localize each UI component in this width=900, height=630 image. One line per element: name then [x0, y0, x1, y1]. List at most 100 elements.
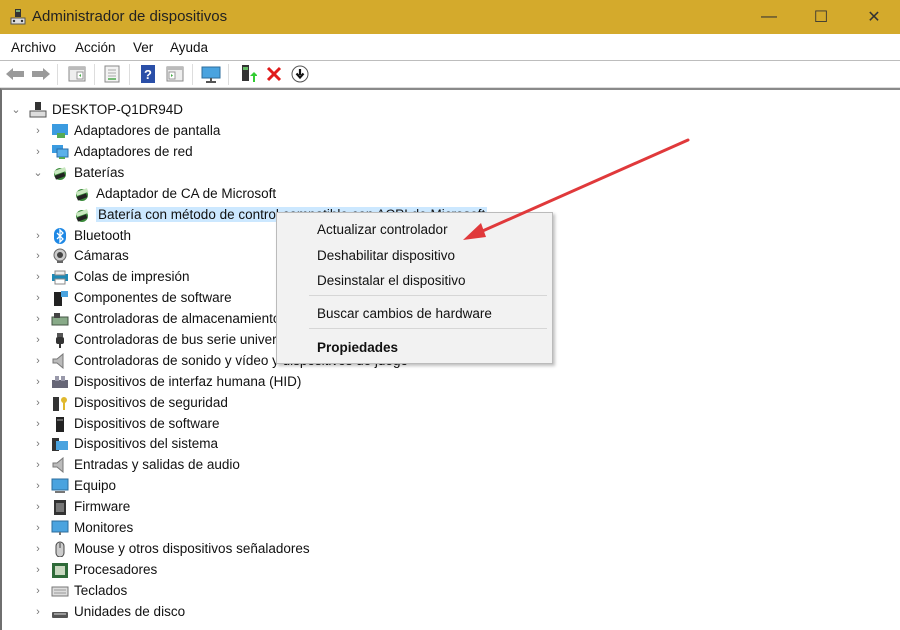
chevron-down-icon[interactable]: ⌄	[32, 166, 44, 179]
chevron-right-icon[interactable]: ›	[32, 564, 44, 576]
tree-category[interactable]: › Adaptadores de red	[32, 141, 192, 162]
tree-category-label: Firmware	[74, 499, 131, 514]
tree-category-label: Colas de impresión	[74, 269, 190, 284]
back-button[interactable]	[5, 64, 25, 84]
chevron-right-icon[interactable]: ›	[32, 250, 44, 262]
chevron-right-icon[interactable]: ›	[32, 418, 44, 430]
tree-category[interactable]: › Controladoras de almacenamiento	[32, 308, 280, 329]
tree-category[interactable]: › Entradas y salidas de audio	[32, 454, 240, 475]
processor-icon	[51, 562, 69, 578]
tree-category-label: Entradas y salidas de audio	[74, 457, 240, 472]
tree-category[interactable]: › Adaptadores de pantalla	[32, 120, 220, 141]
printer-icon	[51, 269, 69, 285]
enable-device-icon	[242, 65, 257, 82]
properties-button[interactable]	[102, 64, 122, 84]
menu-item-uninstall-device[interactable]: Desinstalar el dispositivo	[317, 273, 466, 288]
chevron-right-icon[interactable]: ›	[32, 146, 44, 158]
chevron-right-icon[interactable]: ›	[32, 585, 44, 597]
menu-item-update-driver[interactable]: Actualizar controlador	[317, 222, 448, 237]
scan-hardware-button[interactable]	[201, 64, 221, 84]
tree-category[interactable]: › Unidades de disco	[32, 601, 185, 622]
chevron-right-icon[interactable]: ›	[32, 438, 44, 450]
menu-accion[interactable]: Acción	[75, 40, 116, 55]
hid-icon	[51, 374, 69, 390]
chevron-right-icon[interactable]: ›	[32, 271, 44, 283]
speaker-icon	[51, 352, 69, 369]
tree-category[interactable]: › Componentes de software	[32, 287, 232, 308]
red-x-icon	[266, 66, 282, 82]
tree-category-label: Componentes de software	[74, 290, 232, 305]
tree-category-label: Baterías	[74, 165, 125, 180]
tree-category-label: Cámaras	[74, 248, 129, 263]
tree-category[interactable]: › Monitores	[32, 517, 133, 538]
help-icon: ?	[141, 65, 155, 83]
tree-category-label: Dispositivos de seguridad	[74, 395, 228, 410]
mouse-icon	[51, 541, 69, 557]
maximize-button[interactable]: ☐	[798, 0, 844, 34]
chevron-right-icon[interactable]: ›	[32, 125, 44, 137]
menu-separator	[309, 295, 547, 296]
tree-category[interactable]: › Dispositivos del sistema	[32, 433, 218, 454]
chevron-right-icon[interactable]: ›	[32, 501, 44, 513]
minimize-button[interactable]: —	[746, 0, 792, 34]
menu-ver[interactable]: Ver	[133, 40, 153, 55]
display-adapter-icon	[51, 123, 69, 139]
chevron-right-icon[interactable]: ›	[32, 334, 44, 346]
monitor-scan-icon	[201, 66, 221, 83]
network-adapter-icon	[51, 144, 69, 160]
show-hide-console-tree-button[interactable]	[67, 64, 87, 84]
chevron-right-icon[interactable]: ›	[32, 543, 44, 555]
chevron-right-icon[interactable]: ›	[32, 459, 44, 471]
security-key-icon	[51, 395, 69, 411]
chevron-right-icon[interactable]: ›	[32, 230, 44, 242]
tree-category[interactable]: › Dispositivos de software	[32, 413, 220, 434]
tree-category-label: Dispositivos de software	[74, 416, 220, 431]
chevron-right-icon[interactable]: ›	[32, 606, 44, 618]
keyboard-icon	[51, 583, 69, 599]
tree-category[interactable]: › Equipo	[32, 475, 116, 496]
tree-category[interactable]: › Dispositivos de seguridad	[32, 392, 228, 413]
action-pane-icon	[166, 66, 184, 82]
tree-category-label: Equipo	[74, 478, 117, 493]
tree-category[interactable]: › Firmware	[32, 496, 130, 517]
battery-icon	[51, 165, 69, 181]
enable-device-button[interactable]	[238, 64, 258, 84]
close-icon: ✕	[867, 9, 881, 26]
battery-icon	[73, 186, 91, 202]
tree-category[interactable]: › Teclados	[32, 580, 127, 601]
update-driver-button[interactable]	[290, 64, 310, 84]
menu-ayuda[interactable]: Ayuda	[170, 40, 208, 55]
tree-category[interactable]: › Dispositivos de interfaz humana (HID)	[32, 371, 301, 392]
menu-item-properties[interactable]: Propiedades	[317, 340, 398, 355]
storage-controller-icon	[51, 311, 69, 327]
menu-archivo[interactable]: Archivo	[11, 40, 56, 55]
toolbar-separator	[94, 64, 95, 85]
tree-category[interactable]: › Controladoras de bus serie universal	[32, 329, 294, 350]
tree-category[interactable]: › Cámaras	[32, 245, 129, 266]
menu-item-disable-device[interactable]: Deshabilitar dispositivo	[317, 248, 455, 263]
chevron-down-icon[interactable]: ⌄	[10, 103, 22, 116]
tree-device[interactable]: Adaptador de CA de Microsoft	[54, 183, 276, 204]
chevron-right-icon[interactable]: ›	[32, 376, 44, 388]
show-hide-action-pane-button[interactable]	[165, 64, 185, 84]
chevron-right-icon[interactable]: ›	[32, 480, 44, 492]
menu-item-scan-hardware[interactable]: Buscar cambios de hardware	[317, 306, 492, 321]
software-device-icon	[51, 416, 69, 432]
chevron-right-icon[interactable]: ›	[32, 313, 44, 325]
chevron-right-icon[interactable]: ›	[32, 355, 44, 367]
tree-root-computer[interactable]: ⌄ DESKTOP-Q1DR94D	[10, 99, 183, 120]
chevron-right-icon[interactable]: ›	[32, 522, 44, 534]
forward-button[interactable]	[31, 64, 51, 84]
close-button[interactable]: ✕	[851, 0, 897, 34]
toolbar-separator	[129, 64, 130, 85]
tree-category[interactable]: › Bluetooth	[32, 225, 131, 246]
toolbar-separator	[57, 64, 58, 85]
tree-category[interactable]: › Colas de impresión	[32, 266, 190, 287]
help-button[interactable]: ?	[138, 64, 158, 84]
uninstall-device-button[interactable]	[264, 64, 284, 84]
tree-category[interactable]: › Mouse y otros dispositivos señaladores	[32, 538, 310, 559]
tree-category[interactable]: › Procesadores	[32, 559, 157, 580]
tree-category[interactable]: ⌄ Baterías	[32, 162, 124, 183]
chevron-right-icon[interactable]: ›	[32, 292, 44, 304]
chevron-right-icon[interactable]: ›	[32, 397, 44, 409]
